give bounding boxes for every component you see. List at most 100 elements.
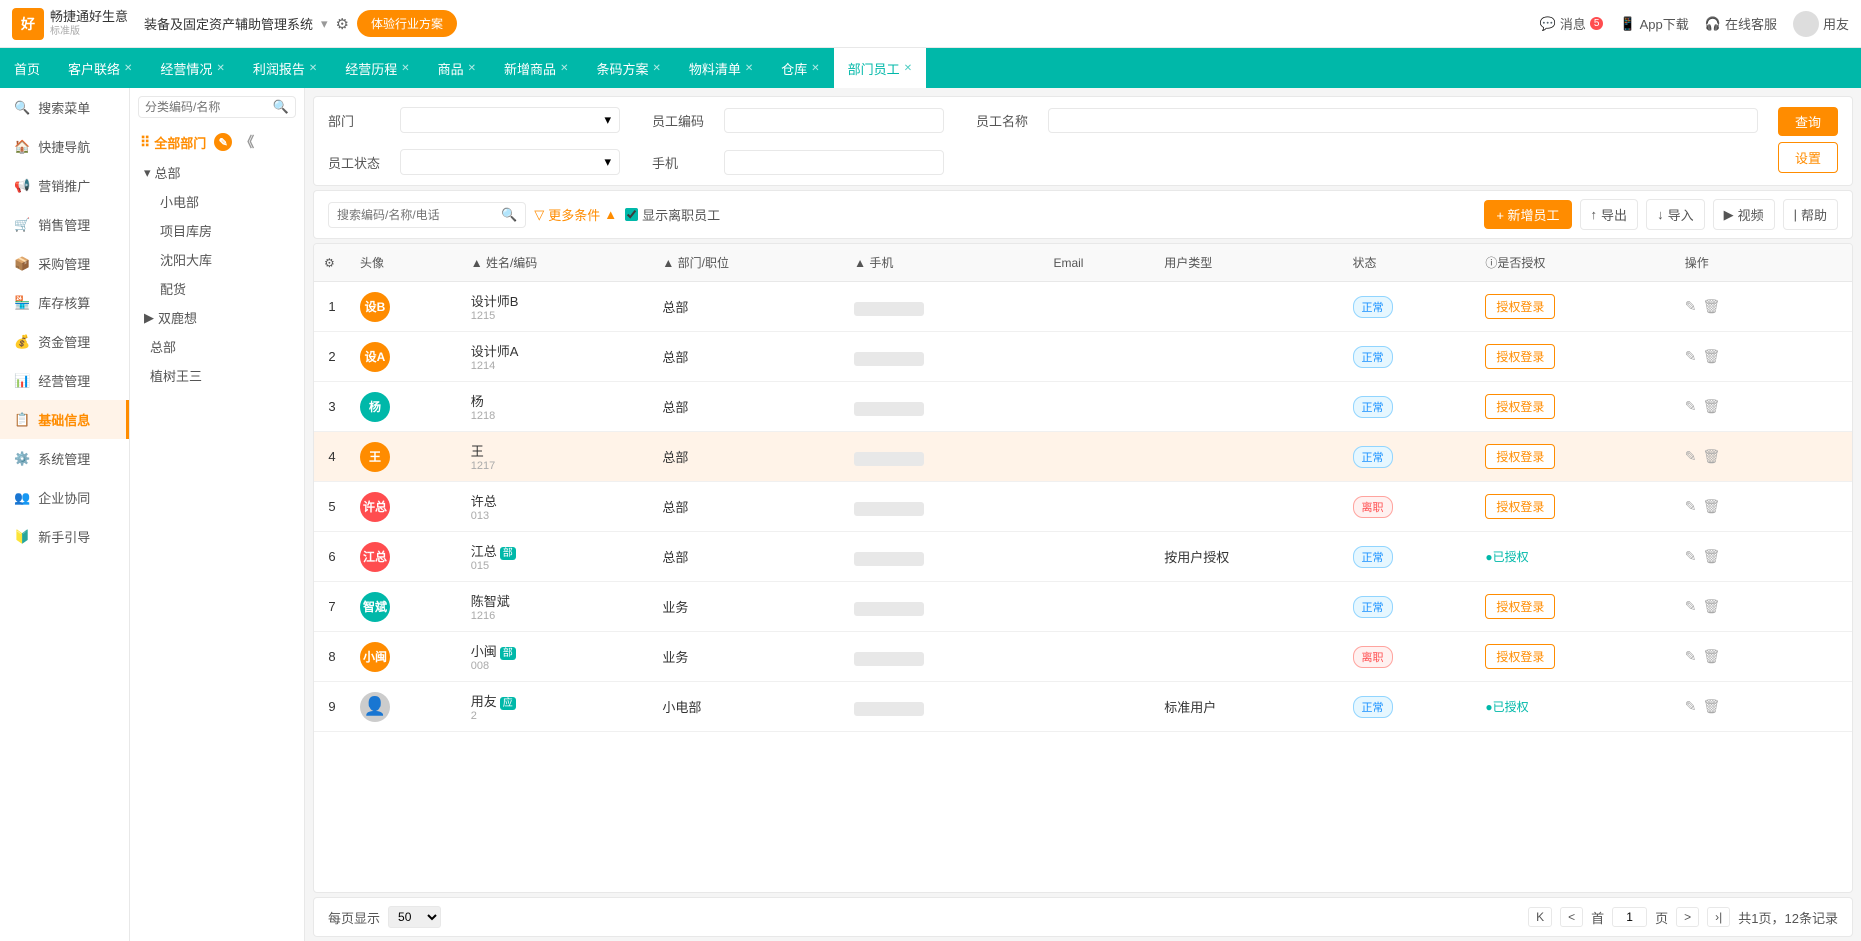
- online-service-button[interactable]: 🎧 在线客服: [1705, 14, 1777, 33]
- dept-group-zongbu[interactable]: ▾ 总部: [130, 158, 304, 187]
- dept-search-icon[interactable]: 🔍: [273, 99, 289, 115]
- close-icon[interactable]: ✕: [401, 63, 409, 74]
- delete-button[interactable]: 🗑: [1702, 598, 1720, 615]
- first-page-button[interactable]: K: [1528, 907, 1552, 927]
- auth-login-button[interactable]: 授权登录: [1485, 394, 1555, 419]
- dept-item-shenyang[interactable]: 沈阳大库: [130, 245, 304, 274]
- close-icon[interactable]: ✕: [904, 63, 912, 74]
- edit-button[interactable]: ✎: [1685, 348, 1697, 365]
- page-number-input[interactable]: [1612, 907, 1647, 927]
- export-button[interactable]: ↑ 导出: [1580, 199, 1639, 230]
- auth-login-button[interactable]: 授权登录: [1485, 644, 1555, 669]
- add-employee-button[interactable]: + 新增员工: [1484, 200, 1571, 229]
- sidebar-item-finance[interactable]: 💰 资金管理: [0, 322, 129, 361]
- tab-goods[interactable]: 商品 ✕: [424, 48, 490, 88]
- dept-item-project[interactable]: 项目库房: [130, 216, 304, 245]
- dept-item-peihuo[interactable]: 配货: [130, 274, 304, 303]
- dept-group-shuanglux[interactable]: ▶ 双鹿想: [130, 303, 304, 332]
- tab-operations[interactable]: 经营情况 ✕: [146, 48, 238, 88]
- delete-button[interactable]: 🗑: [1702, 398, 1720, 415]
- close-icon[interactable]: ✕: [309, 63, 317, 74]
- auth-login-button[interactable]: 授权登录: [1485, 344, 1555, 369]
- dept-all-label[interactable]: ⠿ 全部部门 ✎ 《: [130, 126, 304, 158]
- sidebar-item-shortcut[interactable]: 🏠 快捷导航: [0, 127, 129, 166]
- sidebar-item-search[interactable]: 🔍 搜索菜单: [0, 88, 129, 127]
- view-button[interactable]: ▶ 视频: [1713, 199, 1775, 230]
- tab-bom[interactable]: 物料清单 ✕: [675, 48, 767, 88]
- set-button[interactable]: 设置: [1778, 142, 1838, 173]
- more-filter-button[interactable]: ▽ 更多条件 ▲: [534, 205, 617, 224]
- edit-button[interactable]: ✎: [1685, 498, 1697, 515]
- col-name[interactable]: ▲ 姓名/编码: [461, 244, 653, 282]
- dropdown-icon[interactable]: ▾: [321, 16, 328, 32]
- import-button[interactable]: ↓ 导入: [1646, 199, 1705, 230]
- edit-button[interactable]: ✎: [1685, 648, 1697, 665]
- edit-button[interactable]: ✎: [1685, 698, 1697, 715]
- col-dept[interactable]: ▲ 部门/职位: [652, 244, 844, 282]
- sidebar-item-management[interactable]: 📊 经营管理: [0, 361, 129, 400]
- sidebar-item-system[interactable]: ⚙️ 系统管理: [0, 439, 129, 478]
- next-page-button[interactable]: >: [1676, 907, 1699, 927]
- delete-button[interactable]: 🗑: [1702, 648, 1720, 665]
- prev-page-button[interactable]: <: [1560, 907, 1583, 927]
- delete-button[interactable]: 🗑: [1702, 548, 1720, 565]
- edit-button[interactable]: ✎: [1685, 298, 1697, 315]
- tab-customer[interactable]: 客户联络 ✕: [54, 48, 146, 88]
- search-button[interactable]: 查询: [1778, 107, 1838, 136]
- delete-button[interactable]: 🗑: [1702, 348, 1720, 365]
- sidebar-item-marketing[interactable]: 📢 营销推广: [0, 166, 129, 205]
- last-page-button[interactable]: ›|: [1707, 907, 1730, 927]
- dept-collapse-icon[interactable]: 《: [240, 132, 254, 152]
- tab-dept-employee[interactable]: 部门员工 ✕: [834, 48, 926, 88]
- sidebar-item-purchase[interactable]: 📦 采购管理: [0, 244, 129, 283]
- edit-button[interactable]: ✎: [1685, 598, 1697, 615]
- show-resigned-checkbox[interactable]: 显示离职员工: [625, 205, 720, 224]
- emp-code-input[interactable]: [724, 108, 944, 133]
- col-phone[interactable]: ▲ 手机: [844, 244, 1043, 282]
- auth-login-button[interactable]: 授权登录: [1485, 594, 1555, 619]
- tab-history[interactable]: 经营历程 ✕: [331, 48, 423, 88]
- gear-icon[interactable]: ⚙: [336, 15, 349, 33]
- close-icon[interactable]: ✕: [216, 63, 224, 74]
- phone-input[interactable]: [724, 150, 944, 175]
- sidebar-item-basic-info[interactable]: 📋 基础信息: [0, 400, 129, 439]
- delete-button[interactable]: 🗑: [1702, 498, 1720, 515]
- dept-search-input[interactable]: [145, 100, 269, 114]
- dept-edit-icon[interactable]: ✎: [214, 133, 232, 151]
- delete-button[interactable]: 🗑: [1702, 448, 1720, 465]
- user-avatar[interactable]: 用友: [1793, 11, 1849, 37]
- close-icon[interactable]: ✕: [811, 63, 819, 74]
- resigned-checkbox-input[interactable]: [625, 208, 638, 221]
- sidebar-item-sales[interactable]: 🛒 销售管理: [0, 205, 129, 244]
- auth-login-button[interactable]: 授权登录: [1485, 494, 1555, 519]
- col-gear[interactable]: ⚙: [314, 244, 350, 282]
- auth-login-button[interactable]: 授权登录: [1485, 444, 1555, 469]
- delete-button[interactable]: 🗑: [1702, 698, 1720, 715]
- tab-warehouse[interactable]: 仓库 ✕: [767, 48, 833, 88]
- sidebar-item-inventory[interactable]: 🏪 库存核算: [0, 283, 129, 322]
- auth-login-button[interactable]: 授权登录: [1485, 294, 1555, 319]
- sidebar-item-collab[interactable]: 👥 企业协同: [0, 478, 129, 517]
- tab-new-goods[interactable]: 新增商品 ✕: [490, 48, 582, 88]
- sidebar-item-guide[interactable]: 🔰 新手引导: [0, 517, 129, 556]
- tab-barcode[interactable]: 条码方案 ✕: [582, 48, 674, 88]
- close-icon[interactable]: ✕: [652, 63, 660, 74]
- edit-button[interactable]: ✎: [1685, 398, 1697, 415]
- delete-button[interactable]: 🗑: [1702, 298, 1720, 315]
- tab-profit[interactable]: 利润报告 ✕: [239, 48, 331, 88]
- help-button[interactable]: | 帮助: [1783, 199, 1838, 230]
- dept-item-zhishu[interactable]: 植树王三: [130, 361, 304, 390]
- close-icon[interactable]: ✕: [560, 63, 568, 74]
- dept-filter-select[interactable]: ▾: [400, 107, 620, 133]
- close-icon[interactable]: ✕: [745, 63, 753, 74]
- trial-button[interactable]: 体验行业方案: [357, 10, 457, 37]
- per-page-select[interactable]: 50 20 100: [388, 906, 441, 928]
- toolbar-search-icon[interactable]: 🔍: [501, 207, 517, 223]
- dept-item-xiaodianu[interactable]: 小电部: [130, 187, 304, 216]
- emp-status-select[interactable]: ▾: [400, 149, 620, 175]
- app-download-button[interactable]: 📱 App下载: [1619, 14, 1688, 33]
- col-auth[interactable]: ⓘ是否授权: [1475, 244, 1674, 282]
- close-icon[interactable]: ✕: [468, 63, 476, 74]
- tab-home[interactable]: 首页: [0, 48, 54, 88]
- edit-button[interactable]: ✎: [1685, 548, 1697, 565]
